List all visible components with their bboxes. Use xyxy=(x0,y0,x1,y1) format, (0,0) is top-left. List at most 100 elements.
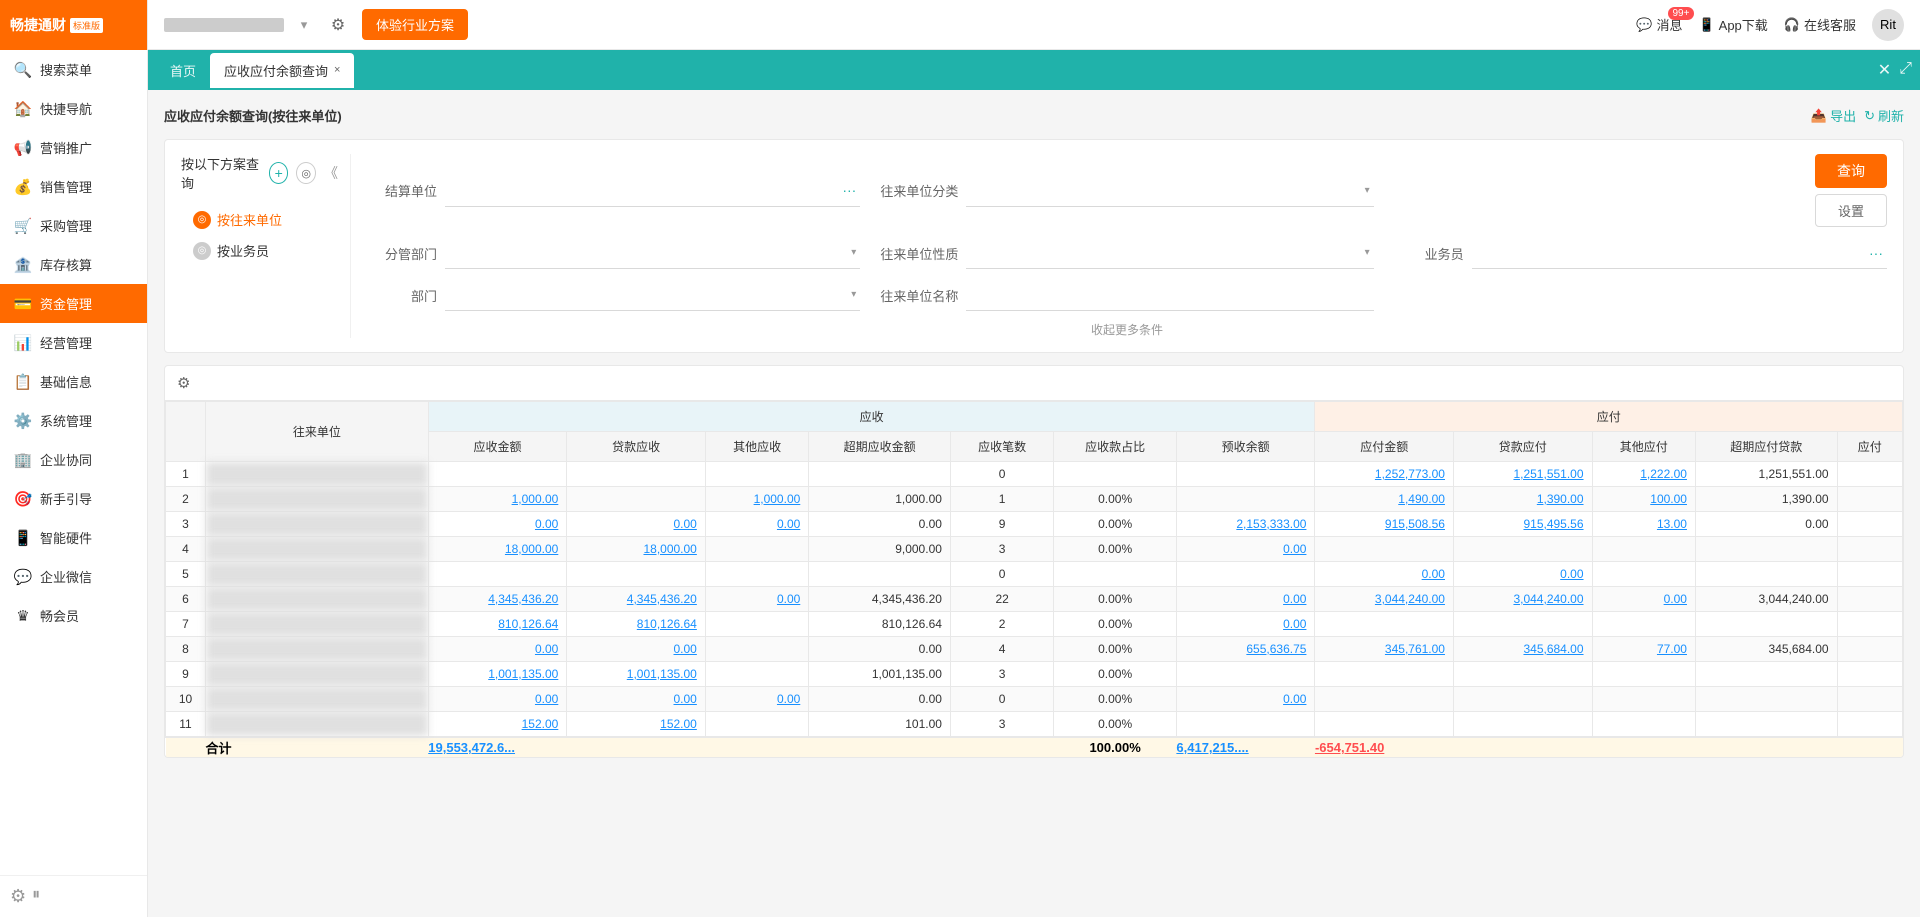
sidebar-collapse-icon[interactable]: ⏸ xyxy=(32,886,40,907)
footer-ar-total[interactable]: 19,553,472.6... xyxy=(428,737,567,757)
row-ar-amount[interactable] xyxy=(428,562,567,587)
sidebar-item-purchase[interactable]: 🛒 采购管理 xyxy=(0,206,147,245)
dept-charge-arrow[interactable]: ▾ xyxy=(851,247,856,258)
settlement-dots[interactable]: ··· xyxy=(842,182,856,198)
partner-category-arrow[interactable]: ▾ xyxy=(1365,185,1370,196)
filter-option-salesperson[interactable]: ◎ 按业务员 xyxy=(185,237,338,264)
row-other-ap[interactable]: 13.00 xyxy=(1592,512,1695,537)
user-avatar[interactable]: Rit xyxy=(1872,9,1904,41)
row-loan-ap[interactable]: 3,044,240.00 xyxy=(1453,587,1592,612)
industry-solution-btn[interactable]: 体验行业方案 xyxy=(362,9,468,40)
row-other-ar[interactable] xyxy=(705,662,808,687)
row-loan-ap[interactable]: 345,684.00 xyxy=(1453,637,1592,662)
row-other-ar[interactable] xyxy=(705,637,808,662)
row-loan-ar[interactable] xyxy=(567,462,706,487)
row-ap-amount[interactable]: 345,761.00 xyxy=(1315,637,1454,662)
set-btn[interactable]: 设置 xyxy=(1815,194,1887,227)
tab-close-btn[interactable]: × xyxy=(334,64,340,76)
row-other-ap[interactable] xyxy=(1592,537,1695,562)
collapse-more-btn[interactable]: 收起更多条件 xyxy=(1091,321,1163,338)
sidebar-item-quick[interactable]: 🏠 快捷导航 xyxy=(0,89,147,128)
row-loan-ap[interactable] xyxy=(1453,612,1592,637)
row-other-ap[interactable]: 77.00 xyxy=(1592,637,1695,662)
row-loan-ar[interactable]: 1,001,135.00 xyxy=(567,662,706,687)
row-ap-amount[interactable] xyxy=(1315,687,1454,712)
salesperson-input[interactable] xyxy=(1476,241,1869,264)
row-loan-ar[interactable]: 0.00 xyxy=(567,512,706,537)
row-loan-ap[interactable] xyxy=(1453,712,1592,738)
row-prepaid[interactable]: 655,636.75 xyxy=(1176,637,1315,662)
filter-option-partner[interactable]: ◎ 按往来单位 xyxy=(185,206,338,233)
row-ar-amount[interactable]: 810,126.64 xyxy=(428,612,567,637)
row-other-ar[interactable] xyxy=(705,712,808,738)
row-other-ar[interactable] xyxy=(705,462,808,487)
row-ap-amount[interactable] xyxy=(1315,612,1454,637)
row-other-ar[interactable] xyxy=(705,612,808,637)
row-prepaid[interactable] xyxy=(1176,462,1315,487)
row-other-ar[interactable]: 0.00 xyxy=(705,512,808,537)
sidebar-item-hardware[interactable]: 📱 智能硬件 xyxy=(0,518,147,557)
row-prepaid[interactable]: 0.00 xyxy=(1176,612,1315,637)
sidebar-item-finance[interactable]: 💳 资金管理 xyxy=(0,284,147,323)
sidebar-item-operation[interactable]: 📊 经营管理 xyxy=(0,323,147,362)
row-ar-amount[interactable]: 0.00 xyxy=(428,637,567,662)
dept-charge-input[interactable] xyxy=(449,241,851,264)
sidebar-item-search[interactable]: 🔍 搜索菜单 xyxy=(0,50,147,89)
row-loan-ar[interactable]: 0.00 xyxy=(567,687,706,712)
filter-scheme-btn[interactable]: ◎ xyxy=(296,162,316,184)
row-other-ap[interactable]: 100.00 xyxy=(1592,487,1695,512)
refresh-btn[interactable]: ↻ 刷新 xyxy=(1864,106,1904,125)
row-loan-ap[interactable]: 1,251,551.00 xyxy=(1453,462,1592,487)
row-loan-ap[interactable]: 915,495.56 xyxy=(1453,512,1592,537)
row-prepaid[interactable]: 0.00 xyxy=(1176,537,1315,562)
row-ap-amount[interactable]: 1,252,773.00 xyxy=(1315,462,1454,487)
messages-btn[interactable]: 💬 消息 99+ xyxy=(1636,15,1682,34)
row-other-ap[interactable]: 0.00 xyxy=(1592,587,1695,612)
tab-maximize-btn[interactable]: ⤢ xyxy=(1899,60,1912,80)
row-loan-ap[interactable] xyxy=(1453,687,1592,712)
sidebar-item-basic[interactable]: 📋 基础信息 xyxy=(0,362,147,401)
row-prepaid[interactable] xyxy=(1176,662,1315,687)
sidebar-item-enterprise[interactable]: 🏢 企业协同 xyxy=(0,440,147,479)
salesperson-dots[interactable]: ··· xyxy=(1869,245,1883,261)
partner-category-input[interactable] xyxy=(970,179,1364,202)
row-ar-amount[interactable]: 1,000.00 xyxy=(428,487,567,512)
sidebar-item-guide[interactable]: 🎯 新手引导 xyxy=(0,479,147,518)
row-ap-amount[interactable]: 1,490.00 xyxy=(1315,487,1454,512)
row-ap-amount[interactable]: 915,508.56 xyxy=(1315,512,1454,537)
row-other-ap[interactable]: 1,222.00 xyxy=(1592,462,1695,487)
row-loan-ar[interactable]: 810,126.64 xyxy=(567,612,706,637)
row-other-ap[interactable] xyxy=(1592,687,1695,712)
row-loan-ar[interactable]: 0.00 xyxy=(567,637,706,662)
row-prepaid[interactable]: 2,153,333.00 xyxy=(1176,512,1315,537)
footer-prepaid[interactable]: 6,417,215.... xyxy=(1176,737,1315,757)
filter-add-btn[interactable]: + xyxy=(269,162,289,184)
row-ap-amount[interactable]: 3,044,240.00 xyxy=(1315,587,1454,612)
query-btn[interactable]: 查询 xyxy=(1815,154,1887,188)
partner-name-input[interactable] xyxy=(970,283,1369,306)
row-prepaid[interactable]: 0.00 xyxy=(1176,587,1315,612)
row-ar-amount[interactable]: 4,345,436.20 xyxy=(428,587,567,612)
row-other-ar[interactable]: 0.00 xyxy=(705,587,808,612)
row-other-ar[interactable] xyxy=(705,537,808,562)
row-ar-amount[interactable]: 152.00 xyxy=(428,712,567,738)
row-loan-ap[interactable] xyxy=(1453,537,1592,562)
tab-close-window-btn[interactable]: ✕ xyxy=(1878,60,1891,80)
row-prepaid[interactable] xyxy=(1176,562,1315,587)
gear-icon[interactable]: ⚙ xyxy=(324,11,352,39)
sidebar-item-inventory[interactable]: 🏦 库存核算 xyxy=(0,245,147,284)
row-other-ar[interactable] xyxy=(705,562,808,587)
sidebar-item-system[interactable]: ⚙️ 系统管理 xyxy=(0,401,147,440)
footer-ap-total[interactable]: -654,751.40 xyxy=(1315,737,1454,757)
row-ap-amount[interactable] xyxy=(1315,712,1454,738)
sidebar-item-wechat[interactable]: 💬 企业微信 xyxy=(0,557,147,596)
row-other-ap[interactable] xyxy=(1592,712,1695,738)
row-ar-amount[interactable] xyxy=(428,462,567,487)
row-ar-amount[interactable]: 18,000.00 xyxy=(428,537,567,562)
row-loan-ap[interactable] xyxy=(1453,662,1592,687)
partner-nature-input[interactable] xyxy=(970,241,1364,264)
export-btn[interactable]: 📤 导出 xyxy=(1811,106,1856,125)
row-ap-amount[interactable] xyxy=(1315,662,1454,687)
sidebar-settings-icon[interactable]: ⚙ xyxy=(10,886,26,907)
row-loan-ar[interactable]: 18,000.00 xyxy=(567,537,706,562)
